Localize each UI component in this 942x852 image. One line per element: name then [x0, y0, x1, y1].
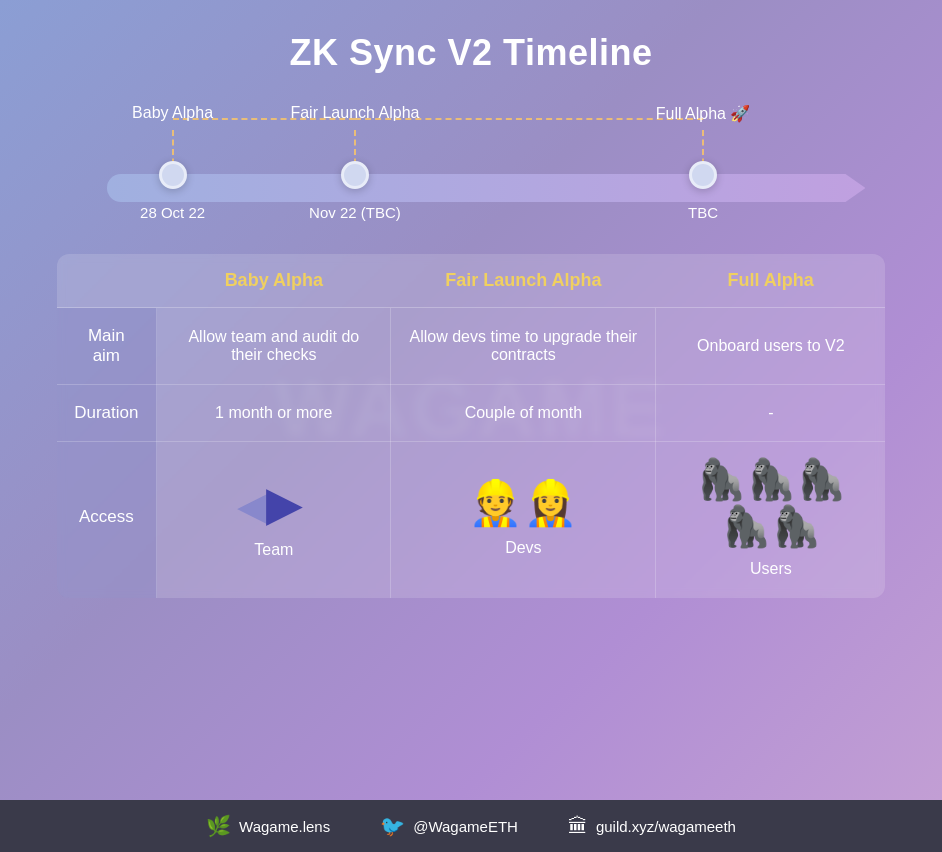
main-aim-label: Main aim [57, 308, 157, 385]
main-aim-row: Main aim Allow team and audit do their c… [57, 308, 886, 385]
table-header-row: Baby Alpha Fair Launch Alpha Full Alpha [57, 254, 886, 308]
timeline-bar [107, 174, 866, 202]
milestone-date-1: 28 Oct 22 [140, 204, 205, 221]
footer-guild: 🏛 guild.xyz/wagameeth [568, 815, 736, 838]
footer: 🌿 Wagame.lens 🐦 @WagameETH 🏛 guild.xyz/w… [0, 800, 942, 852]
footer-guild-text: guild.xyz/wagameeth [596, 818, 736, 835]
duration-baby-alpha: 1 month or more [157, 385, 391, 442]
duration-full-alpha: - [656, 385, 886, 442]
main-aim-full-alpha: Onboard users to V2 [656, 308, 886, 385]
access-row: Access ◀ ▶ Team 👷👷‍♀️ Devs [57, 442, 886, 599]
col-header-baby-alpha: Baby Alpha [157, 254, 391, 308]
milestone-date-3: TBC [688, 204, 718, 221]
col-header-full-alpha: Full Alpha [656, 254, 886, 308]
table-section: Baby Alpha Fair Launch Alpha Full Alpha … [57, 254, 886, 598]
access-baby-alpha-label: Team [254, 541, 293, 559]
milestone-dot-2 [341, 161, 369, 189]
duration-fair-launch: Couple of month [391, 385, 656, 442]
milestone-date-2: Nov 22 (TBC) [309, 204, 401, 221]
timeline-section: Baby Alpha Fair Launch Alpha Full Alpha … [57, 104, 886, 234]
footer-wagame-lens-text: Wagame.lens [239, 818, 330, 835]
milestone-label-3: Full Alpha 🚀 [656, 104, 751, 123]
milestone-label-1: Baby Alpha [132, 104, 213, 122]
duration-row: Duration 1 month or more Couple of month… [57, 385, 886, 442]
access-fair-launch-label: Devs [505, 539, 541, 557]
twitter-icon: 🐦 [380, 814, 405, 838]
access-full-alpha: 🦍🦍🦍🦍🦍 Users [656, 442, 886, 599]
col-header-empty [57, 254, 157, 308]
milestone-dot-3 [689, 161, 717, 189]
milestone-label-2: Fair Launch Alpha [290, 104, 419, 122]
footer-wagame-lens: 🌿 Wagame.lens [206, 814, 330, 838]
access-full-alpha-label: Users [750, 560, 792, 578]
footer-twitter: 🐦 @WagameETH [380, 814, 518, 838]
duration-label: Duration [57, 385, 157, 442]
access-baby-alpha: ◀ ▶ Team [157, 442, 391, 599]
leaf-icon: 🌿 [206, 814, 231, 838]
main-aim-baby-alpha: Allow team and audit do their checks [157, 308, 391, 385]
guild-icon: 🏛 [568, 815, 588, 838]
access-label: Access [57, 442, 157, 599]
page-title: ZK Sync V2 Timeline [0, 32, 942, 74]
col-header-fair-launch: Fair Launch Alpha [391, 254, 656, 308]
phases-table: Baby Alpha Fair Launch Alpha Full Alpha … [57, 254, 886, 598]
main-aim-fair-launch: Allow devs time to upgrade their contrac… [391, 308, 656, 385]
footer-twitter-text: @WagameETH [413, 818, 518, 835]
milestone-dot-1 [159, 161, 187, 189]
title-section: ZK Sync V2 Timeline [0, 0, 942, 94]
access-fair-launch: 👷👷‍♀️ Devs [391, 442, 656, 599]
